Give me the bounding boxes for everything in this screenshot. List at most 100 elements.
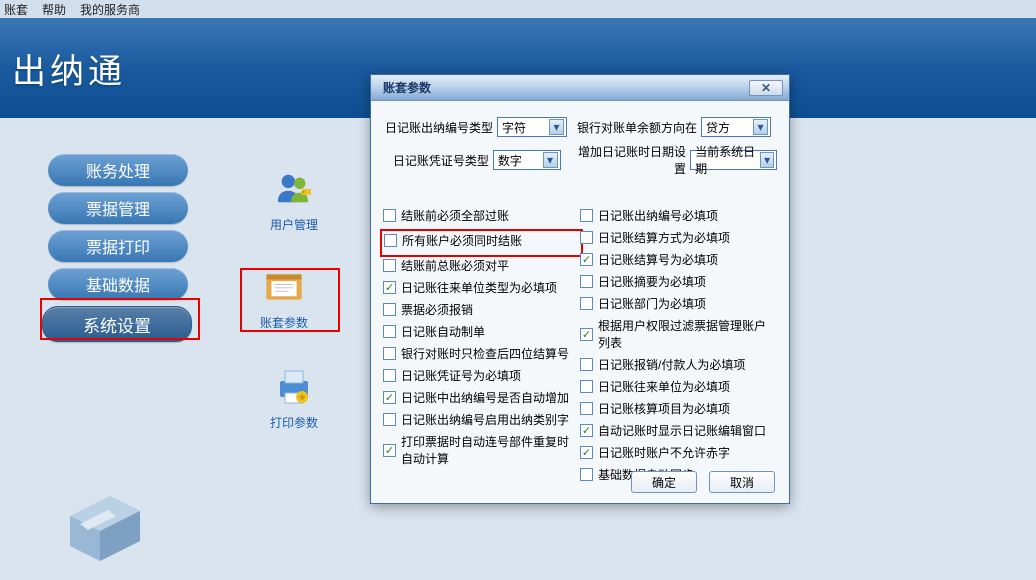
app-title: 出纳通 — [12, 44, 126, 93]
checkbox-label: 日记账往来单位为必填项 — [598, 378, 730, 395]
checkbox-icon — [383, 259, 396, 272]
highlight-marker-checkbox: 所有账户必须同时结账 — [380, 229, 583, 257]
checkbox-option[interactable]: 银行对账时只检查后四位结算号 — [383, 345, 580, 362]
checkbox-column-right: 日记账出纳编号必填项日记账结算方式为必填项日记账结算号为必填项日记账摘要为必填项… — [580, 207, 777, 488]
checkbox-option[interactable]: 日记账结算方式为必填项 — [580, 229, 777, 246]
checkbox-label: 日记账自动制单 — [401, 323, 485, 340]
checkbox-label: 日记账部门为必填项 — [598, 295, 706, 312]
checkbox-label: 打印票据时自动连号部件重复时自动计算 — [401, 433, 580, 467]
printer-params-icon — [273, 366, 315, 408]
checkbox-icon — [383, 325, 396, 338]
checkbox-option[interactable]: 票据必须报销 — [383, 301, 580, 318]
checkbox-label: 日记账出纳编号必填项 — [598, 207, 718, 224]
checkbox-icon — [580, 297, 593, 310]
checkbox-label: 日记账结算方式为必填项 — [598, 229, 730, 246]
tile-label: 账套参数 — [260, 314, 308, 331]
label-add-journal-date-setting: 增加日记账时日期设置 — [571, 143, 687, 177]
label-journal-cashier-no-type: 日记账出纳编号类型 — [383, 119, 493, 136]
checkbox-option[interactable]: 日记账部门为必填项 — [580, 295, 777, 312]
checkbox-label: 日记账往来单位类型为必填项 — [401, 279, 557, 296]
checkbox-option[interactable]: 日记账自动制单 — [383, 323, 580, 340]
checkbox-column-left: 结账前必须全部过账所有账户必须同时结账结账前总账必须对平日记账往来单位类型为必填… — [383, 207, 580, 488]
checkbox-option[interactable]: 所有账户必须同时结账 — [384, 232, 579, 249]
checkbox-option[interactable]: 日记账核算项目为必填项 — [580, 400, 777, 417]
checkbox-icon — [383, 413, 396, 426]
checkbox-label: 结账前必须全部过账 — [401, 207, 509, 224]
checkbox-option[interactable]: 日记账报销/付款人为必填项 — [580, 356, 777, 373]
checkbox-icon — [580, 468, 593, 481]
checkbox-option[interactable]: 日记账往来单位为必填项 — [580, 378, 777, 395]
checkbox-icon — [580, 358, 593, 371]
tile-label: 打印参数 — [270, 414, 318, 431]
dialog-titlebar[interactable]: 账套参数 ✕ — [371, 75, 789, 101]
checkbox-icon — [580, 231, 593, 244]
checkbox-icon — [580, 275, 593, 288]
checkbox-option[interactable]: 日记账出纳编号必填项 — [580, 207, 777, 224]
sidebar-item-account-processing[interactable]: 账务处理 — [48, 154, 188, 186]
checkbox-label: 日记账结算号为必填项 — [598, 251, 718, 268]
checkbox-label: 结账前总账必须对平 — [401, 257, 509, 274]
checkbox-label: 所有账户必须同时结账 — [402, 232, 522, 249]
label-journal-voucher-no-type: 日记账凭证号类型 — [383, 152, 489, 169]
combo-journal-voucher-no-type[interactable]: 数字 ▾ — [493, 150, 561, 170]
tile-user-management[interactable]: 用户管理 — [270, 168, 318, 233]
checkbox-option[interactable]: 日记账时账户不允许赤字 — [580, 444, 777, 461]
sidebar-item-basic-data[interactable]: 基础数据 — [48, 268, 188, 300]
sidebar-item-bill-print[interactable]: 票据打印 — [48, 230, 188, 262]
checkbox-icon — [580, 424, 593, 437]
tile-print-params[interactable]: 打印参数 — [270, 366, 318, 431]
checkbox-icon — [580, 446, 593, 459]
checkbox-label: 日记账中出纳编号是否自动增加 — [401, 389, 569, 406]
checkbox-option[interactable]: 自动记账时显示日记账编辑窗口 — [580, 422, 777, 439]
checkbox-icon — [383, 281, 396, 294]
ok-button[interactable]: 确定 — [631, 471, 697, 493]
tile-account-params[interactable]: 账套参数 — [260, 266, 308, 331]
checkbox-label: 根据用户权限过滤票据管理账户列表 — [598, 317, 777, 351]
checkbox-icon — [383, 347, 396, 360]
checkbox-label: 银行对账时只检查后四位结算号 — [401, 345, 569, 362]
combo-value: 贷方 — [706, 119, 730, 136]
checkbox-option[interactable]: 打印票据时自动连号部件重复时自动计算 — [383, 433, 580, 467]
checkbox-icon — [580, 328, 593, 341]
chevron-down-icon: ▾ — [760, 152, 774, 168]
tile-label: 用户管理 — [270, 216, 318, 233]
checkbox-option[interactable]: 日记账凭证号为必填项 — [383, 367, 580, 384]
menu-bar: 账套 帮助 我的服务商 — [0, 0, 1036, 18]
menu-item-help[interactable]: 帮助 — [42, 1, 66, 18]
checkbox-icon — [383, 303, 396, 316]
sidebar-item-system-settings[interactable]: 系统设置 — [42, 306, 192, 342]
checkbox-option[interactable]: 日记账结算号为必填项 — [580, 251, 777, 268]
checkbox-option[interactable]: 日记账出纳编号启用出纳类别字 — [383, 411, 580, 428]
checkbox-label: 日记账凭证号为必填项 — [401, 367, 521, 384]
users-icon — [273, 168, 315, 210]
checkbox-option[interactable]: 根据用户权限过滤票据管理账户列表 — [580, 317, 777, 351]
checkbox-icon — [383, 444, 396, 457]
checkbox-label: 日记账出纳编号启用出纳类别字 — [401, 411, 569, 428]
chevron-down-icon: ▾ — [549, 119, 564, 135]
menu-item-account[interactable]: 账套 — [4, 1, 28, 18]
checkbox-icon — [384, 234, 397, 247]
checkbox-option[interactable]: 结账前必须全部过账 — [383, 207, 580, 224]
combo-value: 数字 — [498, 152, 522, 169]
cancel-button[interactable]: 取消 — [709, 471, 775, 493]
checkbox-label: 日记账摘要为必填项 — [598, 273, 706, 290]
checkbox-icon — [580, 209, 593, 222]
checkbox-option[interactable]: 日记账摘要为必填项 — [580, 273, 777, 290]
checkbox-option[interactable]: 日记账往来单位类型为必填项 — [383, 279, 580, 296]
combo-journal-cashier-no-type[interactable]: 字符 ▾ — [497, 117, 567, 137]
sidebar-item-bill-management[interactable]: 票据管理 — [48, 192, 188, 224]
checkbox-icon — [383, 209, 396, 222]
menu-item-service[interactable]: 我的服务商 — [80, 1, 140, 18]
combo-bank-balance-direction[interactable]: 贷方 ▾ — [701, 117, 771, 137]
checkbox-option[interactable]: 结账前总账必须对平 — [383, 257, 580, 274]
checkbox-label: 日记账核算项目为必填项 — [598, 400, 730, 417]
chevron-down-icon: ▾ — [543, 152, 558, 168]
checkbox-label: 日记账报销/付款人为必填项 — [598, 356, 745, 373]
dialog-title-text: 账套参数 — [383, 79, 431, 96]
close-button[interactable]: ✕ — [749, 80, 783, 96]
close-icon: ✕ — [761, 81, 771, 95]
checkbox-option[interactable]: 日记账中出纳编号是否自动增加 — [383, 389, 580, 406]
printer-decorative-icon — [60, 486, 150, 566]
combo-add-journal-date-setting[interactable]: 当前系统日期 ▾ — [690, 150, 777, 170]
dialog-account-params: 账套参数 ✕ 日记账出纳编号类型 字符 ▾ 银行对账单余额方向在 贷方 ▾ 日记… — [370, 74, 790, 504]
